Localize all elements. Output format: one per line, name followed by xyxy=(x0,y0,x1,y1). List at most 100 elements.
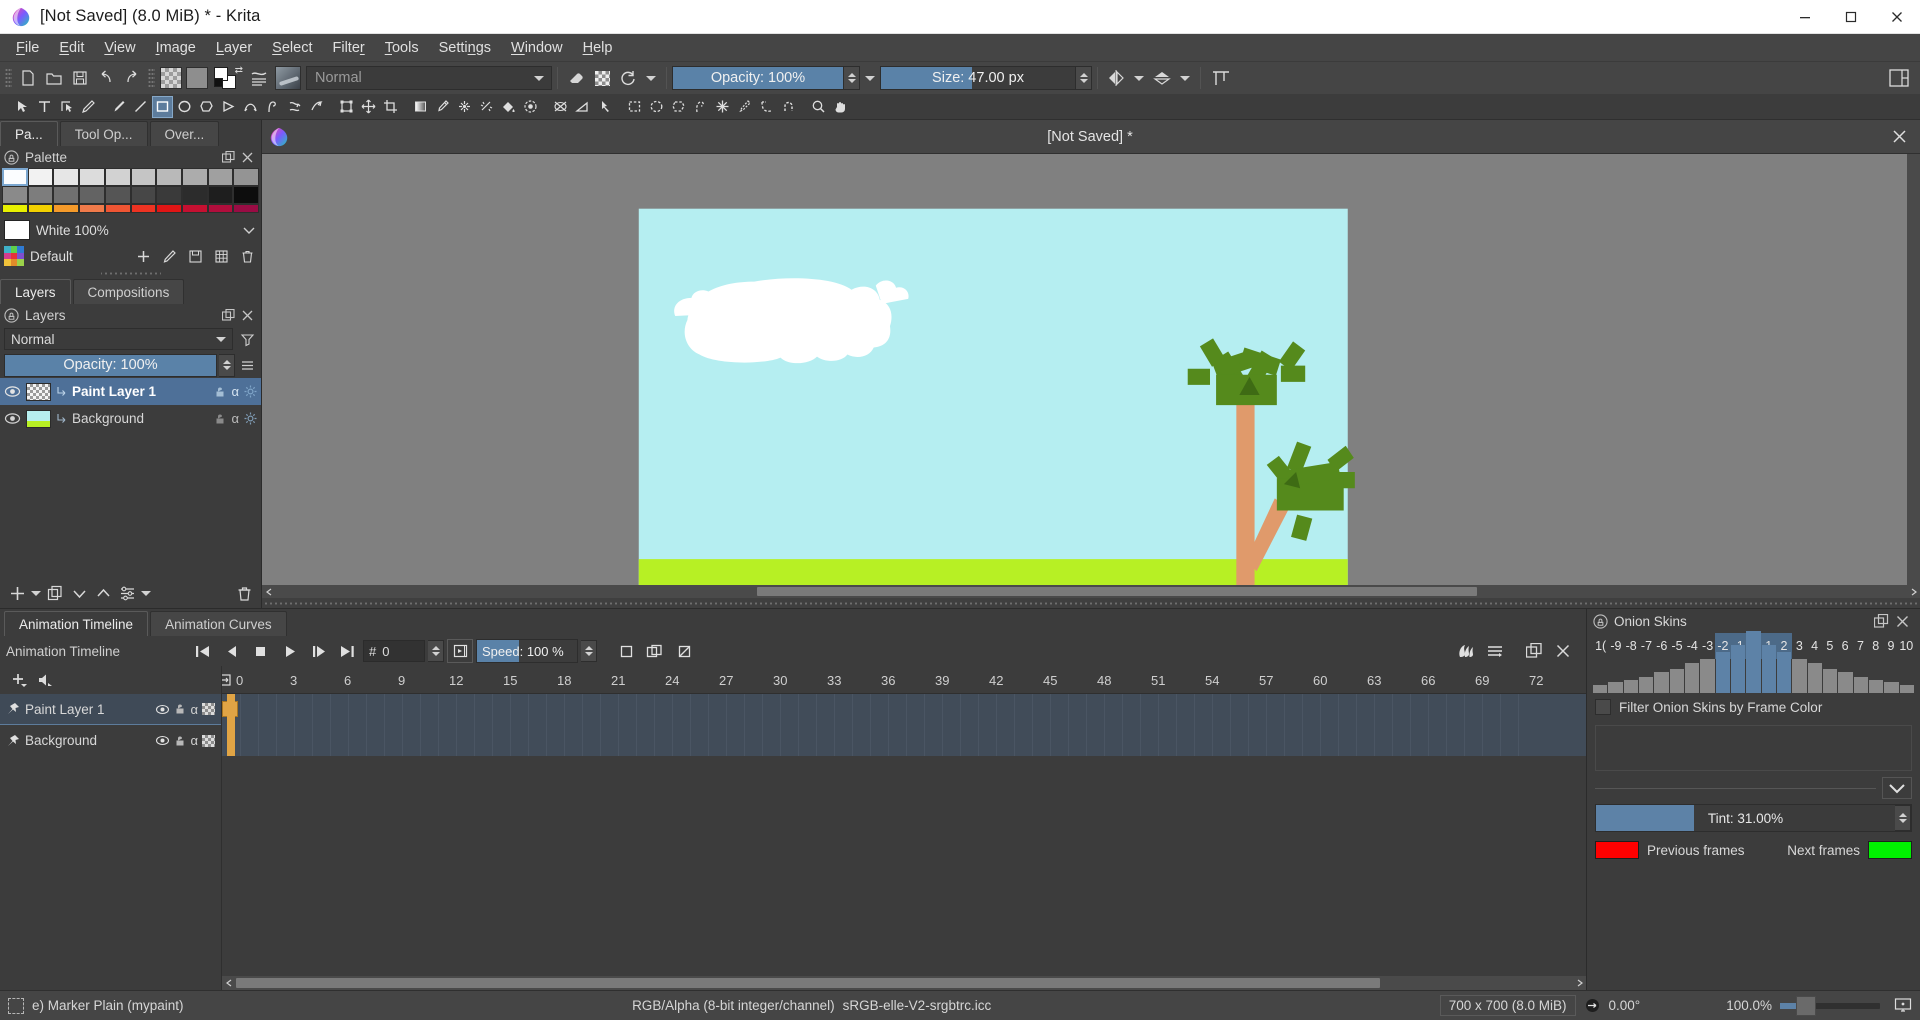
onion-opacity-bar-current[interactable] xyxy=(1746,631,1760,693)
tab-overview[interactable]: Over... xyxy=(150,121,220,146)
menu-select[interactable]: Select xyxy=(262,37,322,59)
onion-tint-slider[interactable]: Tint: 31.00% xyxy=(1595,804,1912,832)
text-tool[interactable] xyxy=(34,96,55,118)
palette-swatch[interactable] xyxy=(2,168,28,186)
alpha-lock-icon[interactable]: α xyxy=(231,384,239,399)
bezier-curve-tool[interactable] xyxy=(240,96,261,118)
tab-animation-curves[interactable]: Animation Curves xyxy=(150,611,287,636)
reference-images-tool[interactable] xyxy=(594,96,615,118)
menu-edit[interactable]: Edit xyxy=(49,37,94,59)
maximize-button[interactable] xyxy=(1828,0,1874,34)
stop-icon[interactable] xyxy=(247,639,273,663)
wraparound-mode-icon[interactable] xyxy=(1206,65,1236,91)
close-docker-icon[interactable] xyxy=(1895,614,1910,629)
onion-offset[interactable]: 4 xyxy=(1807,633,1822,659)
zoom-slider[interactable] xyxy=(1780,1003,1880,1009)
menu-help[interactable]: Help xyxy=(573,37,623,59)
delete-layer-icon[interactable] xyxy=(233,582,255,604)
skip-to-first-frame-icon[interactable] xyxy=(189,639,215,663)
selected-color-swatch[interactable] xyxy=(4,220,30,240)
open-folder-icon[interactable] xyxy=(41,65,67,91)
onion-offset[interactable]: 3 xyxy=(1792,633,1807,659)
add-swatch-icon[interactable] xyxy=(133,246,153,266)
onion-opacity-bar[interactable] xyxy=(1854,677,1868,693)
playback-speed-slider[interactable]: Speed: 100 % xyxy=(476,639,578,663)
size-slider[interactable]: Size: 47.00 px xyxy=(880,66,1076,90)
freehand-selection-tool[interactable] xyxy=(690,96,711,118)
close-docker-icon[interactable] xyxy=(241,309,254,322)
menu-view[interactable]: View xyxy=(94,37,145,59)
close-docker-icon[interactable] xyxy=(241,151,254,164)
play-icon[interactable] xyxy=(276,639,302,663)
lock-docker-icon[interactable] xyxy=(4,150,19,165)
menu-filter[interactable]: Filter xyxy=(322,37,374,59)
palette-swatch[interactable] xyxy=(53,204,79,213)
onion-offset[interactable]: -3 xyxy=(1700,633,1715,659)
canvas-horizontal-scrollbar[interactable] xyxy=(262,585,1920,598)
zoom-slider-handle[interactable] xyxy=(1796,996,1816,1016)
menu-tools[interactable]: Tools xyxy=(375,37,429,59)
elliptical-selection-tool[interactable] xyxy=(646,96,667,118)
layer-style-icon[interactable] xyxy=(244,412,257,425)
palette-swatch[interactable] xyxy=(28,186,54,204)
toolbar-grip-1[interactable] xyxy=(5,68,12,88)
onion-offset[interactable]: 7 xyxy=(1853,633,1868,659)
similar-color-selection-tool[interactable] xyxy=(734,96,755,118)
float-docker-icon[interactable] xyxy=(222,151,235,164)
eye-icon[interactable] xyxy=(4,383,21,400)
palette-swatch[interactable] xyxy=(208,168,234,186)
lock-layer-icon[interactable] xyxy=(174,735,186,747)
tint-spinner[interactable] xyxy=(1895,805,1911,831)
alpha-lock-icon[interactable]: α xyxy=(190,702,198,717)
timeline-menu-icon[interactable] xyxy=(1482,639,1508,663)
alpha-lock-icon[interactable]: α xyxy=(231,411,239,426)
colorize-mask-tool[interactable] xyxy=(454,96,475,118)
lock-layer-icon[interactable] xyxy=(214,386,226,398)
onion-opacity-bar[interactable] xyxy=(1808,663,1822,693)
brush-preset-preview[interactable] xyxy=(275,66,301,90)
tab-tool-options[interactable]: Tool Op... xyxy=(60,121,148,146)
mirror-vertical-dropdown[interactable] xyxy=(1175,66,1195,90)
onion-offset[interactable]: 8 xyxy=(1868,633,1883,659)
crop-tool[interactable] xyxy=(380,96,401,118)
onion-opacity-bar[interactable] xyxy=(1716,652,1730,693)
alpha-lock-icon[interactable]: α xyxy=(190,733,198,748)
eye-icon[interactable] xyxy=(4,410,21,427)
canvas-vertical-scrollbar[interactable] xyxy=(1907,154,1920,585)
timeline-playhead[interactable] xyxy=(227,694,235,756)
save-palette-icon[interactable] xyxy=(185,246,205,266)
redo-icon[interactable] xyxy=(119,65,145,91)
swap-colors-icon[interactable]: ⇄ xyxy=(235,65,243,76)
magnetic-selection-tool[interactable] xyxy=(778,96,799,118)
pan-tool[interactable] xyxy=(830,96,851,118)
onion-offset[interactable]: -5 xyxy=(1669,633,1684,659)
timeline-scroll-thumb[interactable] xyxy=(236,978,1380,988)
onion-opacity-bar[interactable] xyxy=(1639,677,1653,693)
reload-preset-icon[interactable] xyxy=(615,65,641,91)
canvas-scroll-thumb[interactable] xyxy=(757,587,1477,596)
assistant-tool[interactable] xyxy=(550,96,571,118)
onion-opacity-bar[interactable] xyxy=(1838,672,1852,693)
ellipse-tool[interactable] xyxy=(174,96,195,118)
duplicate-layer-icon[interactable] xyxy=(44,582,66,604)
layer-list[interactable]: Paint Layer 1 α Background α xyxy=(0,378,261,578)
onion-opacity-bar[interactable] xyxy=(1762,645,1776,693)
timeline-tracks[interactable] xyxy=(222,694,1586,976)
size-spinner[interactable] xyxy=(1076,66,1092,90)
frame-spinner[interactable] xyxy=(428,640,444,662)
timeline-horizontal-scrollbar[interactable] xyxy=(222,976,1586,990)
measure-tool[interactable] xyxy=(572,96,593,118)
transform-tool[interactable] xyxy=(336,96,357,118)
contiguous-selection-tool[interactable] xyxy=(712,96,733,118)
palette-swatch[interactable] xyxy=(79,186,105,204)
timeline-row-paint-layer-1[interactable]: Paint Layer 1 α xyxy=(0,694,221,725)
palette-swatch[interactable] xyxy=(182,186,208,204)
onion-opacity-bar[interactable] xyxy=(1731,645,1745,693)
float-docker-icon[interactable] xyxy=(222,309,235,322)
scroll-right-icon[interactable] xyxy=(1907,585,1920,598)
delete-swatch-icon[interactable] xyxy=(237,246,257,266)
polygonal-selection-tool[interactable] xyxy=(668,96,689,118)
onion-offset[interactable]: -4 xyxy=(1685,633,1700,659)
add-blank-frame-icon[interactable] xyxy=(613,639,639,663)
scroll-left-icon[interactable] xyxy=(222,976,235,989)
